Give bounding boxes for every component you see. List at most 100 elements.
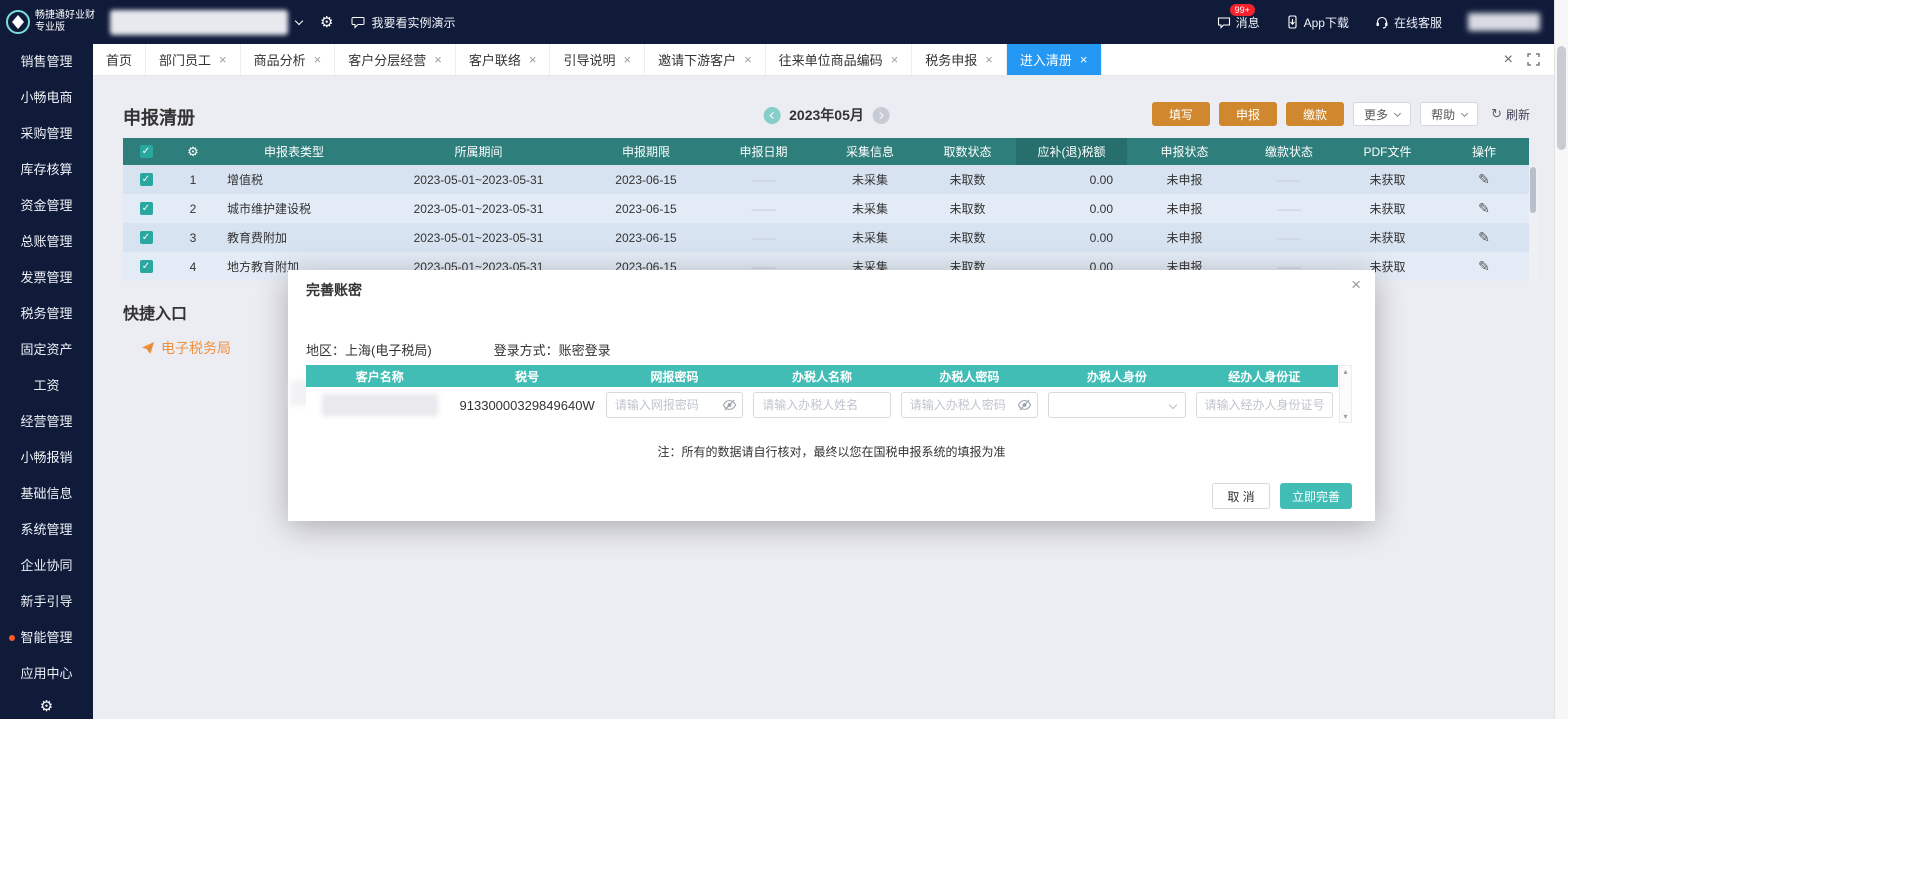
taxpayer-identity-select[interactable] (1048, 392, 1186, 418)
sidebar-item-system[interactable]: 系统管理 (0, 512, 93, 548)
topbar: 畅捷通好业财 专业版 ⚙ 我要看实例演示 消息 99+ App下载 在线客服 (0, 0, 1554, 44)
messages-button[interactable]: 消息 99+ (1217, 3, 1260, 31)
refresh-button[interactable]: ↻ 刷新 (1491, 106, 1530, 123)
declare-button[interactable]: 申报 (1219, 102, 1278, 126)
cell-type: 教育费附加 (227, 231, 288, 245)
sidebar-gear-icon[interactable]: ⚙ (0, 697, 93, 715)
sidebar-item-app-center[interactable]: 应用中心 (0, 656, 93, 692)
table-scrollbar[interactable] (1529, 165, 1537, 281)
sidebar-item-purchase[interactable]: 采购管理 (0, 116, 93, 152)
credentials-table: 客户名称 税号 网报密码 办税人名称 办税人密码 办税人身份 经办人身份证 91… (306, 365, 1352, 423)
sidebar-item-fixed-assets[interactable]: 固定资产 (0, 332, 93, 368)
more-button[interactable]: 更多 (1353, 102, 1412, 126)
notification-dot (9, 635, 15, 641)
tab-item[interactable]: 往来单位商品编码 × (766, 44, 913, 75)
table-header: ✓ ⚙ 申报表类型 所属期间 申报期限 申报日期 采集信息 取数状态 应补(退)… (123, 138, 1529, 165)
fill-button[interactable]: 填写 (1152, 102, 1211, 126)
tab-item[interactable]: 客户联络 × (456, 44, 551, 75)
cancel-button[interactable]: 取 消 (1211, 483, 1270, 509)
help-button[interactable]: 帮助 (1420, 102, 1479, 126)
row-checkbox[interactable]: ✓ (139, 173, 153, 186)
modal-table-scrollbar[interactable]: ▴ ▾ (1339, 365, 1352, 423)
modal-close-icon[interactable]: × (1351, 275, 1361, 295)
sidebar-item-smart[interactable]: 智能管理 (0, 620, 93, 656)
tab-item[interactable]: 客户分层经营 × (335, 44, 456, 75)
tab-item[interactable]: 税务申报 × (912, 44, 1007, 75)
col-header: 办税人密码 (939, 369, 1000, 384)
col-header: 取数状态 (943, 145, 992, 159)
tab-item[interactable]: 引导说明 × (550, 44, 646, 75)
sidebar-item-expense[interactable]: 小畅报销 (0, 440, 93, 476)
checkbox-checked[interactable]: ✓ (139, 145, 153, 158)
table-row[interactable]: ✓ 3 教育费附加 2023-05-01~2023-05-31 2023-06-… (123, 223, 1529, 252)
edit-icon[interactable]: ✎ (1478, 200, 1490, 217)
taxpayer-name-input[interactable] (753, 392, 891, 418)
close-icon[interactable]: × (1080, 52, 1088, 67)
close-icon[interactable]: × (744, 52, 752, 67)
chevron-down-icon[interactable] (294, 16, 304, 25)
user-account[interactable] (1468, 13, 1540, 31)
prev-month-button[interactable] (763, 106, 781, 124)
column-settings-cell[interactable]: ⚙ (169, 138, 217, 165)
eye-off-icon[interactable] (1017, 398, 1032, 413)
sidebar-item-sales[interactable]: 销售管理 (0, 44, 93, 80)
tab-item[interactable]: 部门员工 × (146, 44, 241, 75)
edit-icon[interactable]: ✎ (1478, 229, 1490, 246)
fullscreen-icon[interactable] (1527, 53, 1540, 66)
settings-gear-icon[interactable]: ⚙ (320, 13, 333, 31)
sidebar-item-guide[interactable]: 新手引导 (0, 584, 93, 620)
tab-item[interactable]: 邀请下游客户 × (645, 44, 766, 75)
demo-link[interactable]: 我要看实例演示 (351, 14, 455, 31)
sidebar-item-ecommerce[interactable]: 小畅电商 (0, 80, 93, 116)
close-icon[interactable]: × (529, 52, 537, 67)
sidebar-item-payroll[interactable]: 工资 (0, 368, 93, 404)
modal-title: 完善账密 (306, 282, 362, 298)
scroll-down-icon[interactable]: ▾ (1343, 412, 1347, 421)
chevron-right-icon (876, 111, 884, 119)
pay-button[interactable]: 缴款 (1286, 102, 1345, 126)
sidebar-item-basic-info[interactable]: 基础信息 (0, 476, 93, 512)
page-scrollbar-thumb[interactable] (1557, 46, 1566, 150)
close-all-tabs-icon[interactable]: × (1504, 51, 1513, 69)
sidebar-item-operations[interactable]: 经营管理 (0, 404, 93, 440)
chevron-down-icon (1461, 109, 1469, 117)
sidebar-item-tax[interactable]: 税务管理 (0, 296, 93, 332)
customer-name-blurred (321, 394, 438, 416)
refresh-icon: ↻ (1491, 106, 1502, 121)
row-checkbox[interactable]: ✓ (139, 231, 153, 244)
next-month-button[interactable] (872, 106, 890, 124)
edit-icon[interactable]: ✎ (1478, 171, 1490, 188)
close-icon[interactable]: × (985, 52, 993, 67)
close-icon[interactable]: × (623, 52, 631, 67)
close-icon[interactable]: × (219, 52, 227, 67)
sidebar-item-funds[interactable]: 资金管理 (0, 188, 93, 224)
close-icon[interactable]: × (314, 52, 322, 67)
close-icon[interactable]: × (891, 52, 899, 67)
table-scrollbar-thumb[interactable] (1530, 167, 1536, 213)
scroll-up-icon[interactable]: ▴ (1343, 367, 1347, 376)
sidebar-item-invoice[interactable]: 发票管理 (0, 260, 93, 296)
select-all-cell[interactable]: ✓ (123, 138, 169, 165)
row-checkbox[interactable]: ✓ (139, 202, 153, 215)
messages-badge: 99+ (1229, 3, 1255, 17)
row-checkbox[interactable]: ✓ (139, 260, 153, 273)
tab-item[interactable]: 首页 (93, 44, 147, 75)
sidebar-item-inventory[interactable]: 库存核算 (0, 152, 93, 188)
sidebar-item-ledger[interactable]: 总账管理 (0, 224, 93, 260)
tab-item[interactable]: 商品分析 × (241, 44, 336, 75)
etax-bureau-link[interactable]: 电子税务局 (141, 338, 231, 358)
app-download-button[interactable]: App下载 (1286, 14, 1349, 31)
company-selector[interactable] (110, 9, 288, 35)
agent-id-input[interactable] (1195, 392, 1333, 418)
page-scrollbar[interactable] (1554, 0, 1568, 719)
edit-icon[interactable]: ✎ (1478, 258, 1490, 275)
eye-off-icon[interactable] (722, 398, 737, 413)
table-row[interactable]: ✓ 1 增值税 2023-05-01~2023-05-31 2023-06-15… (123, 165, 1529, 194)
online-service-button[interactable]: 在线客服 (1375, 14, 1442, 31)
table-row[interactable]: ✓ 2 城市维护建设税 2023-05-01~2023-05-31 2023-0… (123, 194, 1529, 223)
close-icon[interactable]: × (434, 52, 442, 67)
tab-item-active[interactable]: 进入清册 × (1006, 44, 1102, 75)
cell-fetch: 未取数 (949, 202, 986, 216)
confirm-button[interactable]: 立即完善 (1279, 483, 1352, 509)
sidebar-item-collaboration[interactable]: 企业协同 (0, 548, 93, 584)
